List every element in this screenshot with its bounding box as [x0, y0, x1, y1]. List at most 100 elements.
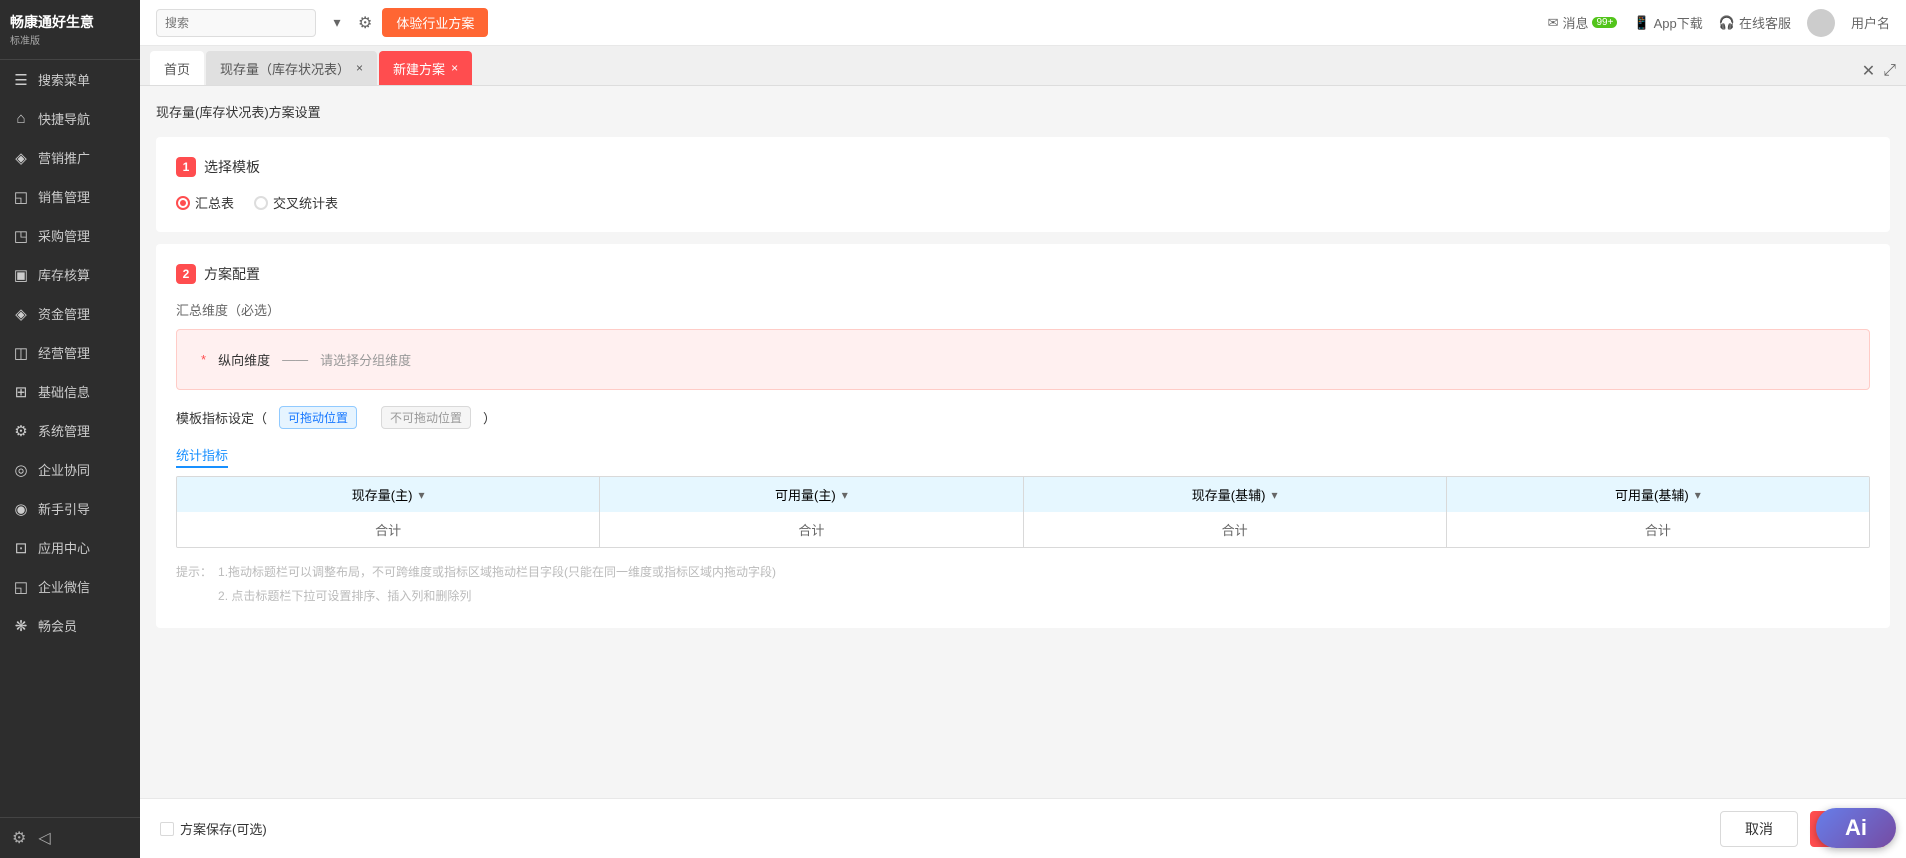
sidebar-item-corp-agreement[interactable]: ◎ 企业协同 [0, 450, 140, 489]
col-current-aux-value: 合计 [1222, 520, 1248, 539]
col-current-main-body: 合计 [177, 512, 600, 547]
hint-section: 提示： 1.拖动标题栏可以调整布局，不可跨维度或指标区域拖动栏目字段(只能在同一… [176, 560, 1870, 608]
hint-line-2: 2. 点击标题栏下拉可设置排序、插入列和删除列 [176, 584, 1870, 608]
dimension-separator: —— [282, 352, 308, 367]
search-input[interactable] [156, 9, 316, 37]
sidebar-item-label: 采购管理 [38, 226, 90, 245]
radio-summary[interactable]: 汇总表 [176, 193, 234, 212]
save-option[interactable]: 方案保存(可选) [160, 819, 267, 838]
hint-line-1: 提示： 1.拖动标题栏可以调整布局，不可跨维度或指标区域拖动栏目字段(只能在同一… [176, 560, 1870, 584]
step1-card: 1 选择模板 汇总表 交叉统计表 [156, 137, 1890, 232]
search-dropdown-button[interactable]: ▾ [326, 12, 348, 34]
sidebar-item-member[interactable]: ❋ 畅会员 [0, 606, 140, 645]
sidebar-item-sales[interactable]: ◱ 销售管理 [0, 177, 140, 216]
app-name: 畅康通好生意 [10, 12, 130, 32]
footer-settings-icon[interactable]: ⚙ [12, 828, 26, 848]
sidebar-item-quick-nav[interactable]: ⌂ 快捷导航 [0, 99, 140, 138]
col-available-main-body: 合计 [600, 512, 1023, 547]
sidebar-item-label: 经营管理 [38, 343, 90, 362]
sidebar-item-system[interactable]: ⚙ 系统管理 [0, 411, 140, 450]
sidebar-item-label: 营销推广 [38, 148, 90, 167]
tab-new-plan-close[interactable]: × [451, 61, 458, 75]
tab-new-plan[interactable]: 新建方案 × [379, 51, 472, 85]
phone-icon: 📱 [1633, 15, 1649, 31]
dimension-label: 纵向维度 [218, 350, 270, 369]
sidebar-item-app-center[interactable]: ⊡ 应用中心 [0, 528, 140, 567]
sidebar-item-basic-info[interactable]: ⊞ 基础信息 [0, 372, 140, 411]
chart-icon: ◱ [12, 188, 30, 206]
handshake-icon: ◎ [12, 461, 30, 479]
col-current-aux-label: 现存量(基辅) [1192, 485, 1266, 504]
messages-button[interactable]: ✉ 消息 99+ [1548, 13, 1618, 32]
sidebar-item-label: 新手引导 [38, 499, 90, 518]
col-available-aux-label: 可用量(基辅) [1615, 485, 1689, 504]
gift-icon: ◈ [12, 149, 30, 167]
save-checkbox[interactable] [160, 822, 174, 836]
headset-icon: 🎧 [1719, 15, 1735, 31]
col-available-aux-chevron[interactable]: ▾ [1695, 488, 1701, 502]
sidebar-item-purchase[interactable]: ◳ 采购管理 [0, 216, 140, 255]
sidebar-item-marketing[interactable]: ◈ 营销推广 [0, 138, 140, 177]
footer-sound-icon[interactable]: ◁ [38, 828, 50, 848]
col-available-main-chevron[interactable]: ▾ [842, 488, 848, 502]
user-avatar[interactable] [1807, 9, 1835, 37]
sidebar-item-inventory[interactable]: ▣ 库存核算 [0, 255, 140, 294]
stats-label: 统计指标 [176, 445, 228, 468]
hint-prefix-2 [176, 584, 212, 608]
sidebar-item-new-guide[interactable]: ◉ 新手引导 [0, 489, 140, 528]
sidebar-item-label: 搜索菜单 [38, 70, 90, 89]
sidebar-item-operations[interactable]: ◫ 经营管理 [0, 333, 140, 372]
tab-inventory-close[interactable]: × [356, 61, 363, 75]
app-download-button[interactable]: 📱 App下载 [1633, 13, 1702, 32]
col-current-aux-chevron[interactable]: ▾ [1271, 488, 1277, 502]
system-icon: ⚙ [12, 422, 30, 440]
tab-inventory-status[interactable]: 现存量（库存状况表） × [206, 51, 377, 85]
app-icon: ⊡ [12, 539, 30, 557]
bottom-bar: 方案保存(可选) 取消 查询 [140, 798, 1906, 858]
tab-home[interactable]: 首页 [150, 51, 204, 85]
stats-section: 统计指标 现存量(主) ▾ 可用量(主) ▾ 现存量(基辅) [176, 445, 1870, 548]
col-current-main-chevron[interactable]: ▾ [418, 488, 424, 502]
col-current-aux-body: 合计 [1024, 512, 1447, 547]
grid-icon: ⊞ [12, 383, 30, 401]
tab-new-plan-label: 新建方案 [393, 59, 445, 78]
col-current-main-header[interactable]: 现存量(主) ▾ [177, 477, 600, 512]
col-available-main-header[interactable]: 可用量(主) ▾ [600, 477, 1023, 512]
messages-badge: 99+ [1592, 17, 1617, 28]
radio-summary-circle [176, 196, 190, 210]
sidebar-footer: ⚙ ◁ [0, 817, 140, 858]
step1-title: 选择模板 [204, 157, 260, 177]
messages-label: 消息 [1562, 13, 1588, 32]
sidebar-nav: ☰ 搜索菜单 ⌂ 快捷导航 ◈ 营销推广 ◱ 销售管理 ◳ 采购管理 ▣ 库存核… [0, 60, 140, 817]
expand-panel-button[interactable]: ⤢ [1883, 62, 1896, 80]
sidebar-item-label: 企业协同 [38, 460, 90, 479]
ai-badge[interactable]: Ai [1816, 808, 1896, 848]
step2-header: 2 方案配置 [176, 264, 1870, 284]
summary-dimension-label: 汇总维度（必选） [176, 300, 1870, 319]
col-available-aux-header[interactable]: 可用量(基辅) ▾ [1447, 477, 1869, 512]
content-area: 现存量(库存状况表)方案设置 1 选择模板 汇总表 交叉统计表 [140, 86, 1906, 798]
hint-text-1: 1.拖动标题栏可以调整布局，不可跨维度或指标区域拖动栏目字段(只能在同一维度或指… [218, 560, 776, 584]
cancel-button[interactable]: 取消 [1720, 811, 1798, 847]
col-current-main-label: 现存量(主) [352, 485, 413, 504]
step2-title: 方案配置 [204, 264, 260, 284]
message-icon: ✉ [1548, 15, 1559, 31]
close-panel-button[interactable]: ✕ [1862, 61, 1875, 81]
settings-icon[interactable]: ⚙ [358, 13, 372, 33]
topbar: ▾ ⚙ 体验行业方案 ✉ 消息 99+ 📱 App下载 🎧 在线客服 用户名 [140, 0, 1906, 46]
search-menu-icon: ☰ [12, 71, 30, 89]
username-label[interactable]: 用户名 [1851, 13, 1890, 32]
col-current-aux-header[interactable]: 现存量(基辅) ▾ [1024, 477, 1447, 512]
dimension-area[interactable]: * 纵向维度 —— 请选择分组维度 [176, 329, 1870, 390]
trial-button[interactable]: 体验行业方案 [382, 8, 488, 37]
sidebar-item-search-menu[interactable]: ☰ 搜索菜单 [0, 60, 140, 99]
online-service-button[interactable]: 🎧 在线客服 [1719, 13, 1791, 32]
non-draggable-badge: 不可拖动位置 [381, 406, 471, 429]
radio-crosstab[interactable]: 交叉统计表 [254, 193, 338, 212]
radio-summary-label: 汇总表 [195, 193, 234, 212]
draggable-badge: 可拖动位置 [279, 406, 357, 429]
sidebar-item-corp-wechat[interactable]: ◱ 企业微信 [0, 567, 140, 606]
sidebar-item-finance[interactable]: ◈ 资金管理 [0, 294, 140, 333]
template-radio-group: 汇总表 交叉统计表 [176, 193, 1870, 212]
sidebar-item-label: 系统管理 [38, 421, 90, 440]
